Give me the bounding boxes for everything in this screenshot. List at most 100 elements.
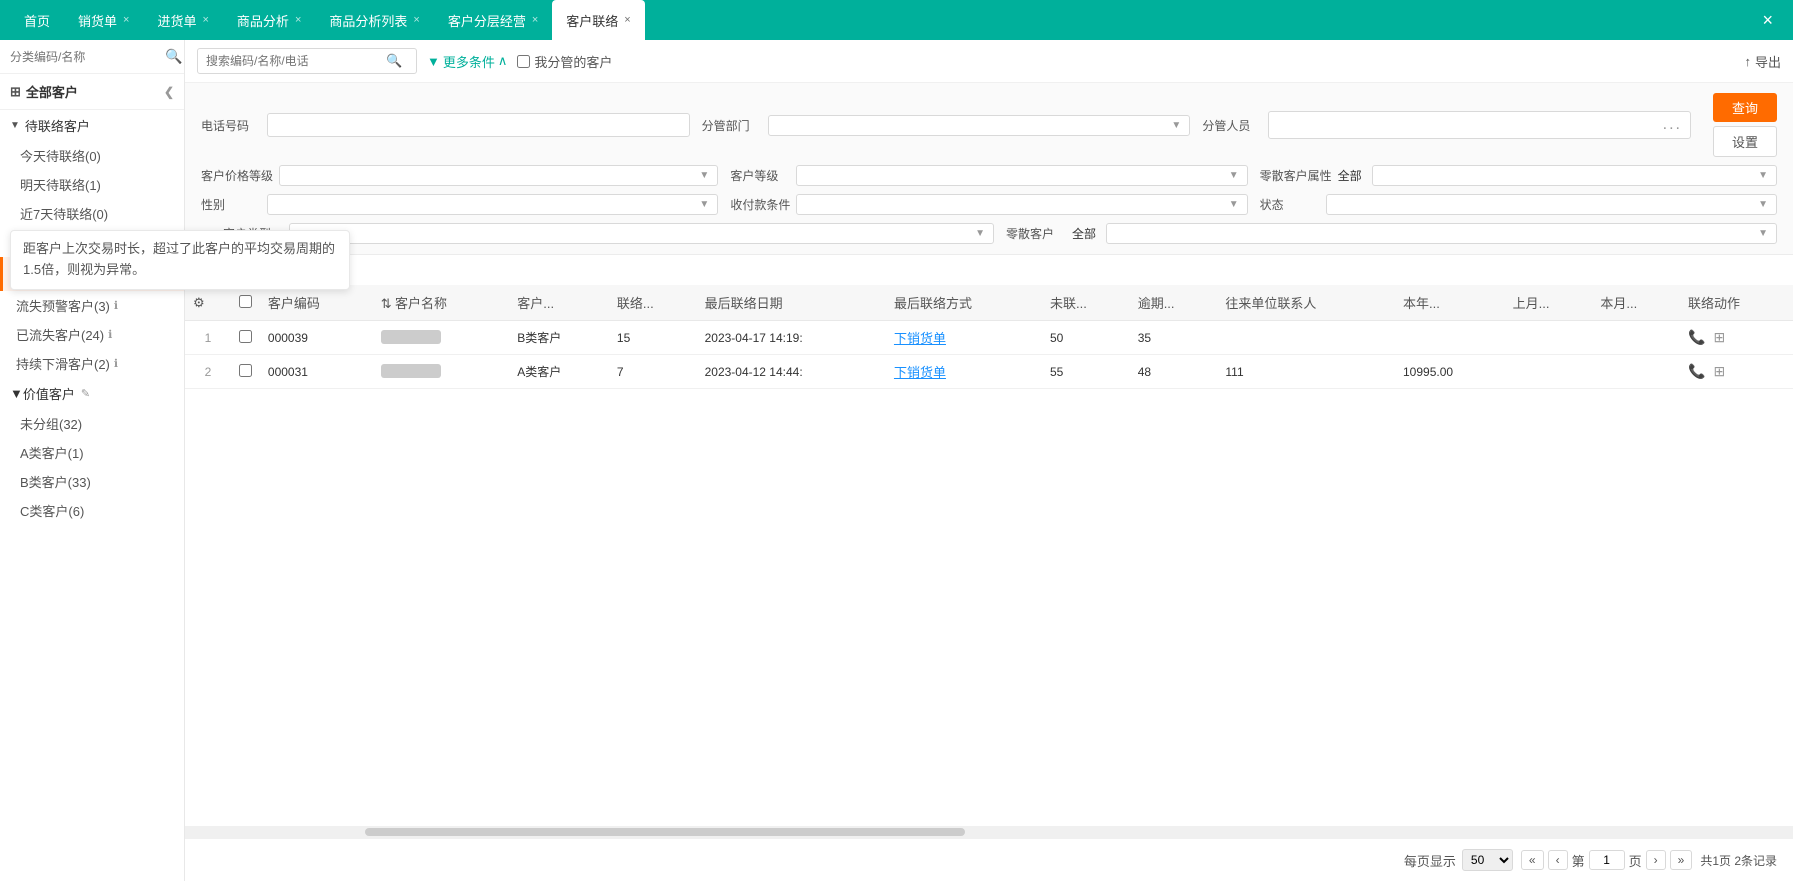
more-conditions-toggle[interactable]: ▼ 更多条件 ∧ <box>427 52 507 71</box>
contact-method-link[interactable]: 下销货单 <box>894 365 946 380</box>
horizontal-scrollbar[interactable] <box>185 826 1793 838</box>
row-actions-0: 📞 ⊞ <box>1680 321 1793 355</box>
close-product-analysis-list-icon[interactable]: × <box>413 14 419 26</box>
nav-product-analysis-list[interactable]: 商品分析列表 × <box>315 0 433 40</box>
sidebar-value-group[interactable]: ▼ 价值客户 ✎ <box>0 378 184 409</box>
row-last-method-1[interactable]: 下销货单 <box>886 355 1042 389</box>
sidebar-item-unclassified[interactable]: 未分组(32) <box>0 409 184 438</box>
page-number-input[interactable] <box>1589 850 1625 870</box>
sidebar-item-class-b[interactable]: B类客户(33) <box>0 467 184 496</box>
manager-select[interactable]: ... <box>1268 111 1691 139</box>
row-code-0: 000039 <box>260 321 373 355</box>
sidebar-search-icon[interactable]: 🔍 <box>165 48 182 65</box>
last-page-button[interactable]: » <box>1670 850 1693 870</box>
more-action-icon[interactable]: ⊞ <box>1713 329 1725 346</box>
per-page-select[interactable]: 50 20 100 <box>1462 849 1513 871</box>
sidebar-item-today[interactable]: 今天待联络(0) <box>0 141 184 170</box>
payment-select[interactable]: ▼ <box>796 194 1247 215</box>
my-customers-filter[interactable]: 我分管的客户 <box>517 52 612 71</box>
nav-product-analysis[interactable]: 商品分析 × <box>223 0 315 40</box>
arrow-down-icon8: ▼ <box>975 228 985 239</box>
window-close-button[interactable]: × <box>1752 10 1783 31</box>
department-select[interactable]: ▼ <box>768 115 1191 136</box>
col-uncontacted: 未联... <box>1042 285 1130 321</box>
first-page-button[interactable]: « <box>1521 850 1544 870</box>
row-last-method-0[interactable]: 下销货单 <box>886 321 1042 355</box>
filter-retail-customer: 零散客户 全部 ▼ <box>1006 223 1777 244</box>
row-select-checkbox[interactable] <box>239 364 252 377</box>
phone-action-icon[interactable]: 📞 <box>1688 363 1705 380</box>
customer-type-select[interactable]: ▼ <box>289 223 994 244</box>
phone-action-icon[interactable]: 📞 <box>1688 329 1705 346</box>
sidebar-item-7days[interactable]: 近7天待联络(0) <box>0 199 184 228</box>
setting-button[interactable]: 设置 <box>1713 126 1777 157</box>
sidebar-item-class-a[interactable]: A类客户(1) <box>0 438 184 467</box>
col-last-contact-method: 最后联络方式 <box>886 285 1042 321</box>
sidebar-collapse-icon[interactable]: ❮ <box>164 85 174 99</box>
col-customer-name: ⇅ 客户名称 <box>373 285 510 321</box>
row-unit-contact-1: 111 <box>1217 355 1395 389</box>
more-action-icon[interactable]: ⊞ <box>1713 363 1725 380</box>
close-purchase-order-icon[interactable]: × <box>202 14 208 26</box>
nav-purchase-order[interactable]: 进货单 × <box>143 0 222 40</box>
info-icon-churn-warning[interactable]: ℹ <box>114 299 118 312</box>
col-this-month: 本月... <box>1592 285 1680 321</box>
close-sales-order-icon[interactable]: × <box>123 14 129 26</box>
query-button[interactable]: 查询 <box>1713 93 1777 122</box>
info-icon-declining[interactable]: ℹ <box>114 357 118 370</box>
settings-col-header[interactable]: ⚙ <box>185 285 231 321</box>
row-this-month-1 <box>1592 355 1680 389</box>
search-icon[interactable]: 🔍 <box>386 53 402 69</box>
sidebar-all-customers-title[interactable]: ⊞ 全部客户 ❮ <box>0 74 184 110</box>
phone-input[interactable] <box>267 113 690 137</box>
contact-method-link[interactable]: 下销货单 <box>894 331 946 346</box>
arrow-down-icon4: ▼ <box>1758 170 1768 181</box>
row-checkbox-1[interactable] <box>231 355 260 389</box>
sidebar-item-churn-warning[interactable]: 流失预警客户(3) ℹ <box>0 291 184 320</box>
retail-customer-select[interactable]: ▼ <box>1106 223 1777 244</box>
row-actions-1: 📞 ⊞ <box>1680 355 1793 389</box>
filter-manager: 分管人员 ... <box>1202 111 1691 139</box>
col-customer-type: 客户... <box>509 285 609 321</box>
sidebar-item-tomorrow[interactable]: 明天待联络(1) <box>0 170 184 199</box>
row-checkbox-0[interactable] <box>231 321 260 355</box>
more-icon[interactable]: ... <box>1663 116 1682 134</box>
sidebar-search-input[interactable] <box>10 50 165 64</box>
nav-customer-segmentation[interactable]: 客户分层经营 × <box>434 0 552 40</box>
price-level-select[interactable]: ▼ <box>279 165 718 186</box>
settings-icon[interactable]: ⚙ <box>193 295 205 310</box>
sort-icon[interactable]: ⇅ <box>381 296 392 311</box>
prev-page-button[interactable]: ‹ <box>1548 850 1568 870</box>
arrow-down-icon: ▼ <box>1171 120 1181 131</box>
retail-attr-select[interactable]: ▼ <box>1372 165 1777 186</box>
export-button[interactable]: ↑ 导出 <box>1744 52 1781 71</box>
arrow-down-icon3: ▼ <box>1229 170 1239 181</box>
row-select-checkbox[interactable] <box>239 330 252 343</box>
row-last-date-0: 2023-04-17 14:19: <box>697 321 886 355</box>
sidebar-pending-group[interactable]: ▼ 待联络客户 <box>0 110 184 141</box>
next-page-button[interactable]: › <box>1646 850 1666 870</box>
info-icon-churned[interactable]: ℹ <box>108 328 112 341</box>
sidebar-item-declining[interactable]: 持续下滑客户(2) ℹ <box>0 349 184 378</box>
close-product-analysis-icon[interactable]: × <box>295 14 301 26</box>
search-input[interactable] <box>206 54 386 68</box>
status-select[interactable]: ▼ <box>1326 194 1777 215</box>
sidebar-item-class-c[interactable]: C类客户(6) <box>0 496 184 525</box>
close-customer-contact-icon[interactable]: × <box>624 14 630 26</box>
content-area: 🔍 ▼ 更多条件 ∧ 我分管的客户 ↑ 导出 电话号码 <box>185 40 1793 881</box>
select-all-checkbox[interactable] <box>239 295 252 308</box>
arrow-down-icon6: ▼ <box>1229 199 1239 210</box>
nav-sales-order[interactable]: 销货单 × <box>64 0 143 40</box>
nav-customer-contact[interactable]: 客户联络 × <box>552 0 644 40</box>
table-area[interactable]: ⚙ 客户编码 ⇅ 客户名称 客户... <box>185 285 1793 826</box>
nav-home[interactable]: 首页 <box>10 0 64 40</box>
sidebar-item-churned[interactable]: 已流失客户(24) ℹ <box>0 320 184 349</box>
edit-icon[interactable]: ✎ <box>81 387 90 400</box>
my-customers-checkbox[interactable] <box>517 55 530 68</box>
close-customer-seg-icon[interactable]: × <box>532 14 538 26</box>
scrollbar-thumb[interactable] <box>365 828 965 836</box>
checkbox-col-header[interactable] <box>231 285 260 321</box>
col-customer-code: 客户编码 <box>260 285 373 321</box>
gender-select[interactable]: ▼ <box>267 194 718 215</box>
customer-level-select[interactable]: ▼ <box>796 165 1247 186</box>
